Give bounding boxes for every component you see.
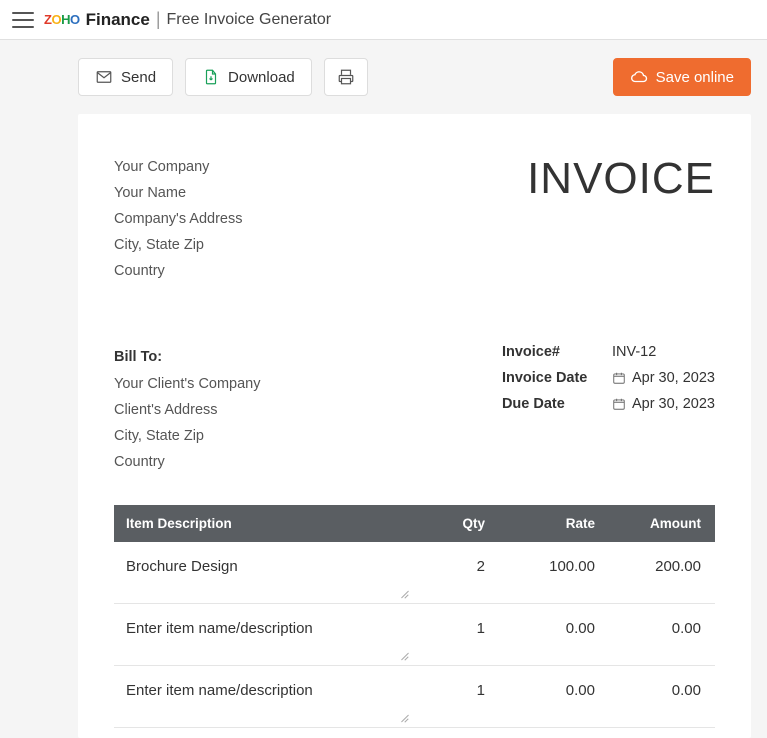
- invoice-title: INVOICE: [527, 154, 715, 284]
- invoice-meta: Invoice# INV-12 Invoice Date Apr 30, 202…: [502, 344, 715, 422]
- due-date-field[interactable]: Apr 30, 2023: [612, 396, 715, 412]
- table-row: Enter item name/description10.000.00: [114, 603, 715, 665]
- top-bar: ZOHO Finance | Free Invoice Generator: [0, 0, 767, 40]
- brand: ZOHO Finance | Free Invoice Generator: [44, 9, 331, 30]
- calendar-icon: [612, 371, 626, 385]
- client-address: Client's Address: [114, 397, 261, 423]
- due-date-value: Apr 30, 2023: [632, 396, 715, 412]
- action-bar: Send Download Save online: [0, 40, 767, 114]
- send-label: Send: [121, 69, 156, 86]
- items-table: Item Description Qty Rate Amount Brochur…: [114, 505, 715, 728]
- printer-icon: [337, 68, 355, 86]
- zoho-logo: ZOHO: [44, 12, 80, 27]
- resize-handle-icon[interactable]: [399, 713, 409, 723]
- col-amount: Amount: [605, 505, 715, 542]
- bill-to-block[interactable]: Bill To: Your Client's Company Client's …: [114, 344, 261, 474]
- menu-icon[interactable]: [12, 12, 34, 28]
- download-label: Download: [228, 69, 295, 86]
- client-city: City, State Zip: [114, 423, 261, 449]
- save-online-button[interactable]: Save online: [613, 58, 751, 96]
- col-desc: Item Description: [114, 505, 415, 542]
- resize-handle-icon[interactable]: [399, 651, 409, 661]
- send-button[interactable]: Send: [78, 58, 173, 96]
- item-rate[interactable]: 100.00: [495, 542, 605, 604]
- table-row: Enter item name/description10.000.00: [114, 665, 715, 727]
- client-country: Country: [114, 449, 261, 475]
- invoice-date-field[interactable]: Apr 30, 2023: [612, 370, 715, 386]
- download-button[interactable]: Download: [185, 58, 312, 96]
- cloud-icon: [630, 68, 648, 86]
- company-name: Your Company: [114, 154, 243, 180]
- item-rate[interactable]: 0.00: [495, 603, 605, 665]
- item-description[interactable]: Brochure Design: [114, 542, 415, 604]
- bill-to-label: Bill To:: [114, 344, 261, 370]
- invoice-number-label: Invoice#: [502, 344, 612, 360]
- item-amount[interactable]: 0.00: [605, 603, 715, 665]
- due-date-label: Due Date: [502, 396, 612, 412]
- col-rate: Rate: [495, 505, 605, 542]
- company-block[interactable]: Your Company Your Name Company's Address…: [114, 154, 243, 284]
- calendar-icon: [612, 397, 626, 411]
- invoice-card: Your Company Your Name Company's Address…: [78, 114, 751, 738]
- company-country: Country: [114, 258, 243, 284]
- company-person: Your Name: [114, 180, 243, 206]
- item-qty[interactable]: 2: [415, 542, 495, 604]
- item-qty[interactable]: 1: [415, 603, 495, 665]
- invoice-number-value[interactable]: INV-12: [612, 344, 656, 360]
- resize-handle-icon[interactable]: [399, 589, 409, 599]
- item-amount[interactable]: 200.00: [605, 542, 715, 604]
- item-qty[interactable]: 1: [415, 665, 495, 727]
- mail-icon: [95, 68, 113, 86]
- client-company: Your Client's Company: [114, 371, 261, 397]
- invoice-date-label: Invoice Date: [502, 370, 612, 386]
- col-qty: Qty: [415, 505, 495, 542]
- table-row: Brochure Design2100.00200.00: [114, 542, 715, 604]
- brand-finance: Finance: [86, 10, 150, 30]
- save-online-label: Save online: [656, 69, 734, 86]
- invoice-date-value: Apr 30, 2023: [632, 370, 715, 386]
- tagline: Free Invoice Generator: [167, 11, 332, 29]
- brand-divider: |: [156, 9, 161, 30]
- item-amount[interactable]: 0.00: [605, 665, 715, 727]
- print-button[interactable]: [324, 58, 368, 96]
- item-rate[interactable]: 0.00: [495, 665, 605, 727]
- file-download-icon: [202, 68, 220, 86]
- company-city: City, State Zip: [114, 232, 243, 258]
- item-description[interactable]: Enter item name/description: [114, 665, 415, 727]
- item-description[interactable]: Enter item name/description: [114, 603, 415, 665]
- company-address: Company's Address: [114, 206, 243, 232]
